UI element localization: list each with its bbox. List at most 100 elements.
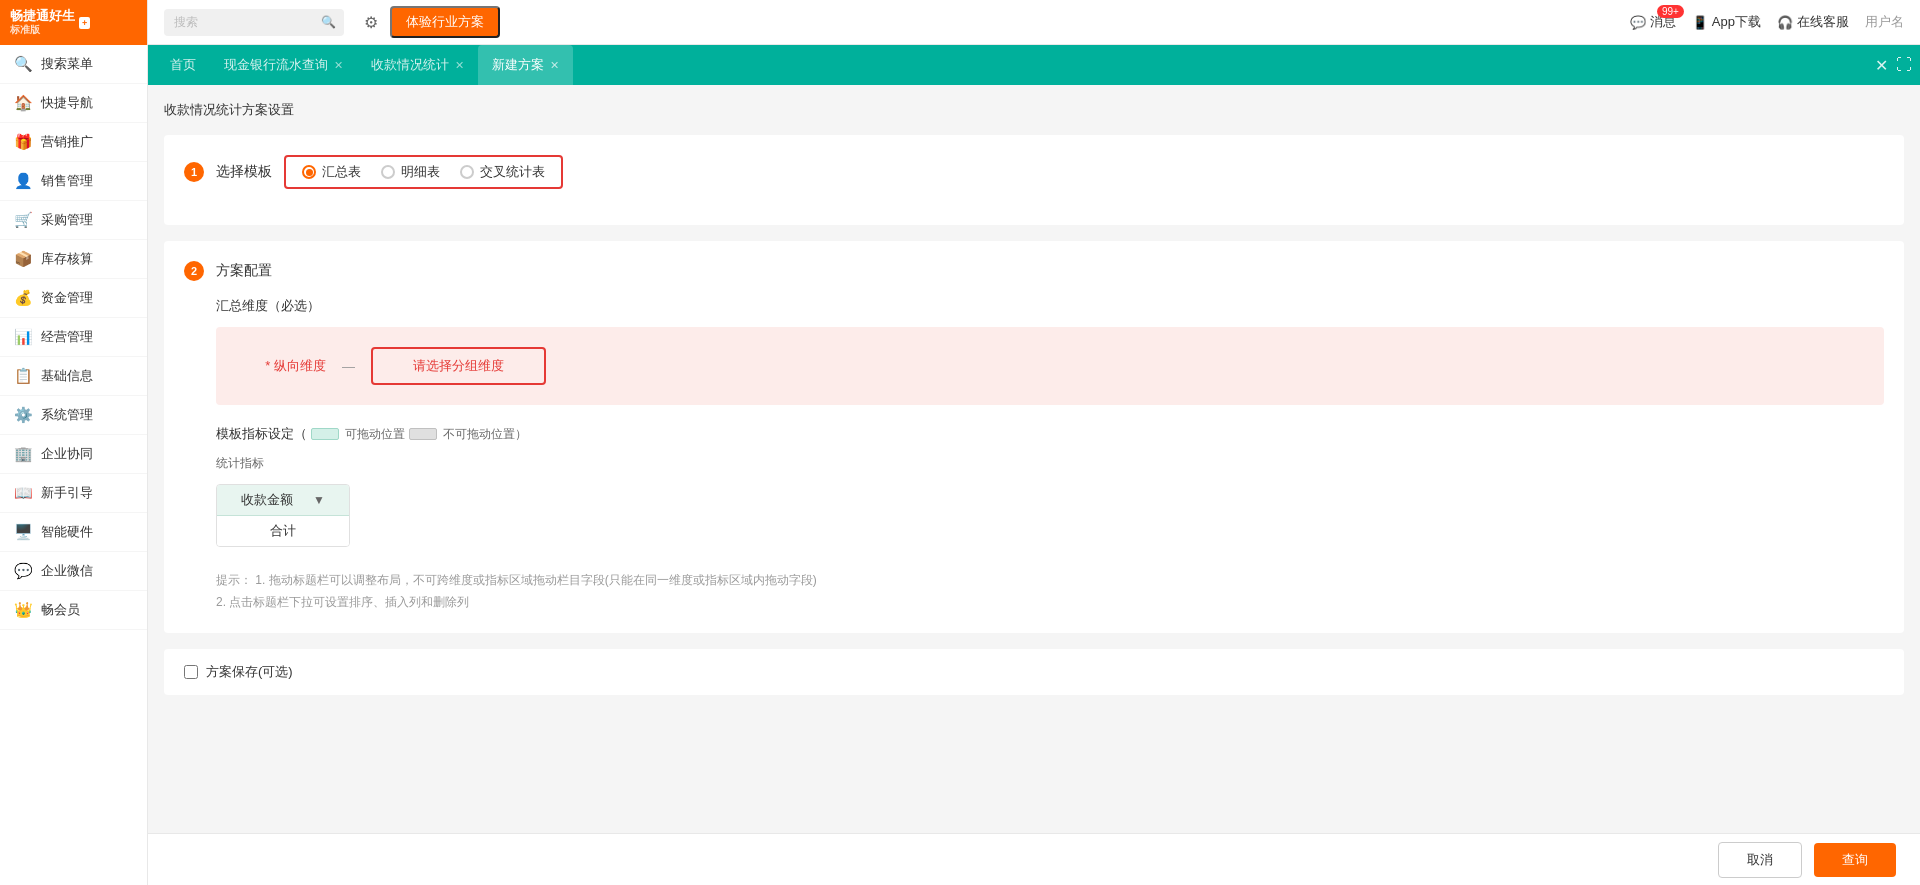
radio-summary[interactable]: 汇总表 [302,163,361,181]
query-button[interactable]: 查询 [1814,843,1896,877]
system-icon: ⚙️ [14,406,33,424]
operations-icon: 📊 [14,328,33,346]
radio-cross-label: 交叉统计表 [480,163,545,181]
tab-receipt-stats-label: 收款情况统计 [371,56,449,74]
tab-bar-actions: ✕ ⛶ [1875,56,1912,75]
cancel-button[interactable]: 取消 [1718,842,1802,878]
sidebar-item-purchase[interactable]: 🛒 采购管理 [0,201,147,240]
quick-nav-icon: 🏠 [14,94,33,112]
sidebar-item-label: 库存核算 [41,250,93,268]
header-right: 💬 消息 99+ 📱 App下载 🎧 在线客服 用户名 [1630,13,1904,31]
metrics-header-row: 模板指标设定（ 可拖动位置 不可拖动位置） [216,425,1884,443]
dimension-select-button[interactable]: 请选择分组维度 [371,347,546,385]
metrics-title-text: 模板指标设定（ [216,425,307,443]
logo-subtext: 标准版 [10,23,75,37]
step1-header: 1 选择模板 汇总表 明细表 交叉统计表 [184,155,1884,189]
sidebar-item-finance[interactable]: 💰 资金管理 [0,279,147,318]
tab-new-plan-close[interactable]: ✕ [550,59,559,72]
save-checkbox[interactable] [184,665,198,679]
sidebar-item-marketing[interactable]: 🎁 营销推广 [0,123,147,162]
step2-header: 2 方案配置 [184,261,1884,281]
tab-home[interactable]: 首页 [156,45,210,85]
tab-bank-flow-label: 现金银行流水查询 [224,56,328,74]
tab-maximize-icon[interactable]: ⛶ [1896,56,1912,75]
radio-summary-label: 汇总表 [322,163,361,181]
step2-badge: 2 [184,261,204,281]
search-icon: 🔍 [321,15,336,29]
consult-label: 在线客服 [1797,13,1849,31]
radio-group: 汇总表 明细表 交叉统计表 [302,163,545,181]
sidebar-logo: 畅捷通好生 标准版 + [0,0,147,45]
tab-bank-flow[interactable]: 现金银行流水查询 ✕ [210,45,357,85]
fixed-box [409,428,437,440]
sidebar-item-guide[interactable]: 📖 新手引导 [0,474,147,513]
sidebar-item-label: 基础信息 [41,367,93,385]
tab-bank-flow-close[interactable]: ✕ [334,59,343,72]
tab-receipt-stats-close[interactable]: ✕ [455,59,464,72]
message-button[interactable]: 💬 消息 99+ [1630,13,1676,31]
hint-2: 2. 点击标题栏下拉可设置排序、插入列和删除列 [216,592,1884,614]
sidebar-item-label: 搜索菜单 [41,55,93,73]
user-name[interactable]: 用户名 [1865,13,1904,31]
header: 搜索 🔍 ⚙ 体验行业方案 💬 消息 99+ 📱 App下载 🎧 在线客服 用户… [148,0,1920,45]
step1-label: 选择模板 [216,163,272,181]
tab-bar: 首页 现金银行流水查询 ✕ 收款情况统计 ✕ 新建方案 ✕ ✕ ⛶ [148,45,1920,85]
tab-new-plan[interactable]: 新建方案 ✕ [478,45,573,85]
search-placeholder-text: 搜索 [174,14,198,31]
download-button[interactable]: 📱 App下载 [1692,13,1761,31]
consult-icon: 🎧 [1777,15,1793,30]
metric-dropdown-icon[interactable]: ▼ [313,493,325,507]
sidebar-item-label: 智能硬件 [41,523,93,541]
metric-column-header: 收款金额 [241,491,293,509]
sidebar-item-operations[interactable]: 📊 经营管理 [0,318,147,357]
sidebar-item-search-menu[interactable]: 🔍 搜索菜单 [0,45,147,84]
guide-icon: 📖 [14,484,33,502]
sidebar-item-inventory[interactable]: 📦 库存核算 [0,240,147,279]
sidebar-item-enterprise-collab[interactable]: 🏢 企业协同 [0,435,147,474]
finance-icon: 💰 [14,289,33,307]
metric-table-header: 收款金额 ▼ [217,485,349,516]
dimension-arrow-icon: — [342,359,355,374]
logo-text: 畅捷通好生 [10,8,75,24]
tab-receipt-stats[interactable]: 收款情况统计 ✕ [357,45,478,85]
sidebar-item-label: 企业协同 [41,445,93,463]
draggable-box [311,428,339,440]
membership-icon: 👑 [14,601,33,619]
radio-detail[interactable]: 明细表 [381,163,440,181]
template-selection-box: 汇总表 明细表 交叉统计表 [284,155,563,189]
tab-close-all-icon[interactable]: ✕ [1875,56,1888,75]
header-search-box[interactable]: 搜索 🔍 [164,9,344,36]
legend-draggable: 可拖动位置 [311,426,405,443]
hints-section: 提示： 1. 拖动标题栏可以调整布局，不可跨维度或指标区域拖动栏目字段(只能在同… [216,570,1884,613]
consult-button[interactable]: 🎧 在线客服 [1777,13,1849,31]
enterprise-wechat-icon: 💬 [14,562,33,580]
save-section: 方案保存(可选) [164,649,1904,695]
sidebar-item-smart-hw[interactable]: 🖥️ 智能硬件 [0,513,147,552]
sidebar-item-label: 资金管理 [41,289,93,307]
trial-button[interactable]: 体验行业方案 [390,6,500,38]
radio-summary-circle [302,165,316,179]
metric-table: 收款金额 ▼ 合计 [216,484,350,547]
sidebar-item-system[interactable]: ⚙️ 系统管理 [0,396,147,435]
radio-cross-circle [460,165,474,179]
sidebar-item-quick-nav[interactable]: 🏠 快捷导航 [0,84,147,123]
inventory-icon: 📦 [14,250,33,268]
dimension-row: * 纵向维度 — 请选择分组维度 [246,347,1854,385]
search-menu-icon: 🔍 [14,55,33,73]
sidebar-item-enterprise-wechat[interactable]: 💬 企业微信 [0,552,147,591]
tab-home-label: 首页 [170,56,196,74]
save-label: 方案保存(可选) [206,663,293,681]
radio-detail-label: 明细表 [401,163,440,181]
settings-icon[interactable]: ⚙ [364,13,378,32]
sidebar-item-label: 采购管理 [41,211,93,229]
sidebar-item-basic-info[interactable]: 📋 基础信息 [0,357,147,396]
sidebar-item-membership[interactable]: 👑 畅会员 [0,591,147,630]
header-left: 搜索 🔍 ⚙ 体验行业方案 [164,6,500,38]
sidebar-item-label: 营销推广 [41,133,93,151]
stat-title-label: 统计指标 [216,456,264,470]
dimension-section-title: 汇总维度（必选） [216,297,1884,315]
message-badge: 99+ [1657,5,1684,18]
step1-card: 1 选择模板 汇总表 明细表 交叉统计表 [164,135,1904,225]
radio-cross[interactable]: 交叉统计表 [460,163,545,181]
sidebar-item-sales[interactable]: 👤 销售管理 [0,162,147,201]
